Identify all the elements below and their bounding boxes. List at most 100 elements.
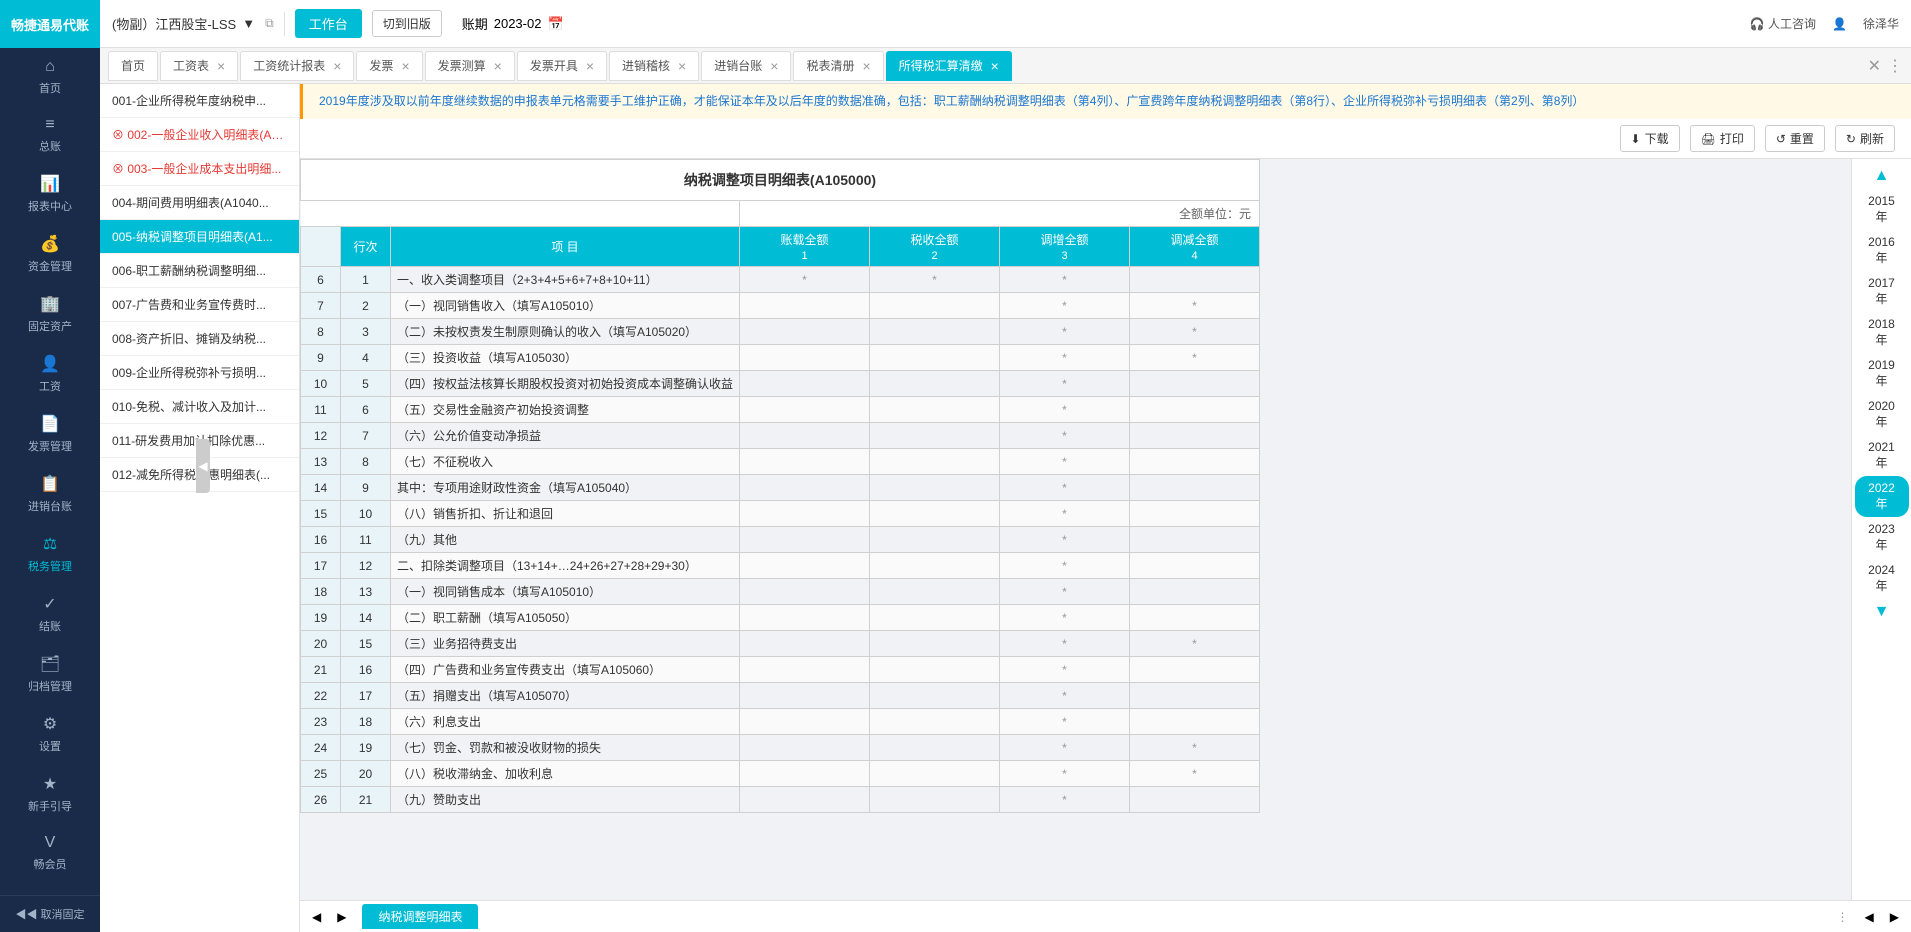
col4-cell[interactable]: *: [1130, 293, 1260, 319]
year-scroll-up[interactable]: ▲: [1870, 163, 1894, 189]
col1-cell[interactable]: [740, 709, 870, 735]
col4-cell[interactable]: [1130, 475, 1260, 501]
col1-cell[interactable]: [740, 397, 870, 423]
tab-invoice-calc[interactable]: 发票测算×: [425, 51, 515, 81]
user-name[interactable]: 徐泽华: [1863, 15, 1899, 32]
sidebar-item-sales[interactable]: 📋 进销台账: [0, 464, 100, 524]
col3-cell[interactable]: *: [1000, 527, 1130, 553]
sidebar-item-payroll[interactable]: 👤 工资: [0, 344, 100, 404]
col1-cell[interactable]: [740, 319, 870, 345]
year-2021[interactable]: 2021年: [1855, 435, 1909, 476]
col2-cell[interactable]: [870, 761, 1000, 787]
col4-cell[interactable]: [1130, 371, 1260, 397]
more-sheets-icon[interactable]: ⋮: [1837, 910, 1849, 924]
left-panel-item-006[interactable]: 006-职工薪酬纳税调整明细...: [100, 254, 299, 288]
col3-cell[interactable]: *: [1000, 475, 1130, 501]
col2-cell[interactable]: [870, 423, 1000, 449]
sidebar-item-report[interactable]: 📊 报表中心: [0, 164, 100, 224]
panel-collapse-button[interactable]: ◀: [196, 439, 210, 493]
col4-cell[interactable]: [1130, 397, 1260, 423]
col1-cell[interactable]: [740, 423, 870, 449]
close-all-tabs[interactable]: ✕: [1864, 56, 1885, 76]
left-panel-item-005[interactable]: 005-纳税调整项目明细表(A1...: [100, 220, 299, 254]
col3-cell[interactable]: *: [1000, 371, 1130, 397]
scroll-left-icon[interactable]: ◀: [1865, 910, 1874, 924]
year-2019[interactable]: 2019年: [1855, 353, 1909, 394]
col3-cell[interactable]: *: [1000, 553, 1130, 579]
col4-cell[interactable]: [1130, 501, 1260, 527]
close-icon[interactable]: ×: [770, 58, 778, 74]
col3-cell[interactable]: *: [1000, 631, 1130, 657]
col1-cell[interactable]: [740, 631, 870, 657]
tab-tax-clear[interactable]: 税表清册×: [793, 51, 883, 81]
sidebar-item-guide[interactable]: ★ 新手引导: [0, 764, 100, 824]
col2-cell[interactable]: [870, 527, 1000, 553]
col2-cell[interactable]: [870, 605, 1000, 631]
col3-cell[interactable]: *: [1000, 319, 1130, 345]
tab-invoice-check[interactable]: 进销稽核×: [609, 51, 699, 81]
col1-cell[interactable]: [740, 579, 870, 605]
col2-cell[interactable]: [870, 683, 1000, 709]
year-2016[interactable]: 2016年: [1855, 230, 1909, 271]
col1-cell[interactable]: [740, 501, 870, 527]
left-panel-item-007[interactable]: 007-广告费和业务宣传费时...: [100, 288, 299, 322]
col2-cell[interactable]: [870, 735, 1000, 761]
print-button[interactable]: 🖨 打印: [1690, 125, 1755, 152]
col3-cell[interactable]: *: [1000, 683, 1130, 709]
col4-cell[interactable]: [1130, 527, 1260, 553]
col4-cell[interactable]: *: [1130, 319, 1260, 345]
left-panel-item-001[interactable]: 001-企业所得税年度纳税申...: [100, 84, 299, 118]
col1-cell[interactable]: [740, 761, 870, 787]
year-2022[interactable]: 2022年: [1855, 476, 1909, 517]
sidebar-item-ledger[interactable]: ≡ 总账: [0, 106, 100, 164]
sheet-tab[interactable]: 纳税调整明细表: [362, 904, 478, 929]
col1-cell[interactable]: [740, 293, 870, 319]
close-icon[interactable]: ×: [862, 58, 870, 74]
more-icon[interactable]: ⋮: [1887, 56, 1903, 76]
col4-cell[interactable]: [1130, 683, 1260, 709]
col3-cell[interactable]: *: [1000, 579, 1130, 605]
sidebar-item-settle[interactable]: ✓ 结账: [0, 584, 100, 644]
sidebar-item-archive[interactable]: 🗂 归档管理: [0, 644, 100, 704]
col4-cell[interactable]: [1130, 657, 1260, 683]
back-button[interactable]: 切到旧版: [372, 10, 442, 37]
tab-invoice[interactable]: 发票×: [356, 51, 422, 81]
col3-cell[interactable]: *: [1000, 605, 1130, 631]
col4-cell[interactable]: [1130, 449, 1260, 475]
col2-cell[interactable]: [870, 475, 1000, 501]
col2-cell[interactable]: [870, 293, 1000, 319]
col2-cell[interactable]: [870, 449, 1000, 475]
sidebar-item-asset[interactable]: 💰 资金管理: [0, 224, 100, 284]
tab-invoice-open[interactable]: 发票开具×: [517, 51, 607, 81]
sidebar-item-vip[interactable]: V 畅会员: [0, 824, 100, 882]
tab-income-tax[interactable]: 所得税汇算清缴×: [886, 51, 1012, 81]
calendar-icon[interactable]: 📅: [547, 16, 563, 32]
col2-cell[interactable]: [870, 631, 1000, 657]
sidebar-item-invoice-mgmt[interactable]: 📄 发票管理: [0, 404, 100, 464]
col4-cell[interactable]: [1130, 267, 1260, 293]
col2-cell[interactable]: [870, 397, 1000, 423]
col3-cell[interactable]: *: [1000, 345, 1130, 371]
spreadsheet-inner[interactable]: 纳税调整项目明细表(A105000) 全额单位：元 行次 项 目 账载全额1: [300, 159, 1851, 900]
col1-cell[interactable]: [740, 553, 870, 579]
col3-cell[interactable]: *: [1000, 787, 1130, 813]
col2-cell[interactable]: *: [870, 267, 1000, 293]
col4-cell[interactable]: [1130, 787, 1260, 813]
col4-cell[interactable]: *: [1130, 761, 1260, 787]
tab-invoice-ledger[interactable]: 进销台账×: [701, 51, 791, 81]
col3-cell[interactable]: *: [1000, 267, 1130, 293]
col3-cell[interactable]: *: [1000, 293, 1130, 319]
year-2018[interactable]: 2018年: [1855, 312, 1909, 353]
col2-cell[interactable]: [870, 501, 1000, 527]
scroll-right-icon[interactable]: ▶: [1890, 910, 1899, 924]
year-2024[interactable]: 2024年: [1855, 558, 1909, 599]
close-icon[interactable]: ×: [494, 58, 502, 74]
col1-cell[interactable]: [740, 787, 870, 813]
col2-cell[interactable]: [870, 709, 1000, 735]
year-2015[interactable]: 2015年: [1855, 189, 1909, 230]
col2-cell[interactable]: [870, 553, 1000, 579]
col3-cell[interactable]: *: [1000, 397, 1130, 423]
col2-cell[interactable]: [870, 371, 1000, 397]
col3-cell[interactable]: *: [1000, 449, 1130, 475]
col3-cell[interactable]: *: [1000, 501, 1130, 527]
